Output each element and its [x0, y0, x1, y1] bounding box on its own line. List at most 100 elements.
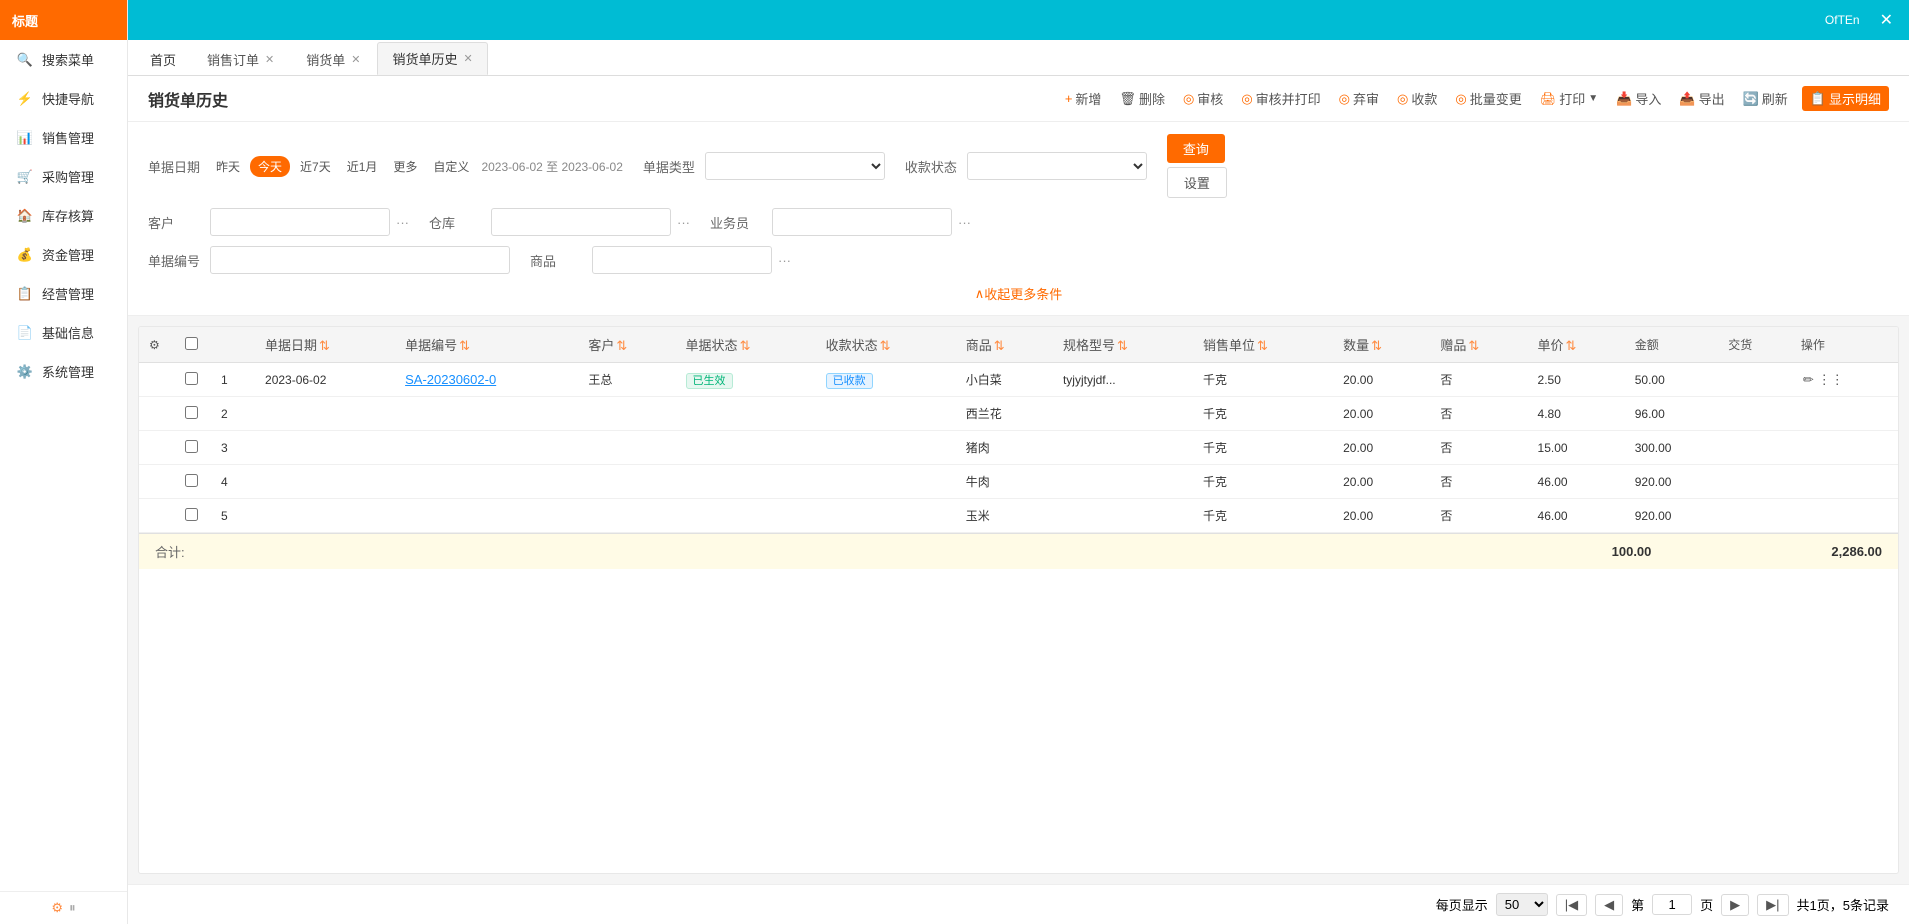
first-page-button[interactable]: |◀ — [1556, 894, 1587, 916]
query-button[interactable]: 查询 — [1167, 134, 1225, 163]
date-1month[interactable]: 近1月 — [341, 156, 384, 177]
col-doc-status-header[interactable]: 单据状态⇅ — [676, 327, 816, 363]
col-unit-price-header[interactable]: 单价⇅ — [1528, 327, 1625, 363]
row-checkbox[interactable] — [185, 406, 198, 419]
new-button[interactable]: + 新增 — [1061, 86, 1106, 111]
col-spec-header[interactable]: 规格型号⇅ — [1053, 327, 1193, 363]
select-all-checkbox[interactable] — [185, 337, 198, 350]
settings-button[interactable]: 设置 — [1167, 167, 1227, 198]
tab-sales-goods[interactable]: 销货单 ✕ — [291, 43, 375, 75]
date-7days[interactable]: 近7天 — [294, 156, 337, 177]
sidebar-item-label: 资金管理 — [42, 245, 94, 264]
collapse-button[interactable]: ∧ 收起更多条件 — [148, 284, 1889, 303]
sort-unit-icon: ⇅ — [1257, 338, 1268, 353]
sidebar-item-sales-mgmt[interactable]: 📊 销售管理 — [0, 118, 127, 157]
last-page-button[interactable]: ▶| — [1757, 894, 1788, 916]
unit-price-cell: 2.50 — [1528, 363, 1625, 397]
goods-dots[interactable]: ··· — [778, 253, 791, 268]
check-cell[interactable] — [175, 465, 211, 499]
doc-date-cell — [255, 397, 395, 431]
date-yesterday[interactable]: 昨天 — [210, 156, 246, 177]
customer-input[interactable] — [210, 208, 390, 236]
tab-sales-history-close[interactable]: ✕ — [464, 52, 473, 65]
col-customer-header[interactable]: 客户⇅ — [578, 327, 675, 363]
col-amount-header: 金额 — [1625, 327, 1719, 363]
page-number-input[interactable] — [1652, 894, 1692, 915]
doc-number-input[interactable] — [210, 246, 510, 274]
filter-date: 单据日期 昨天 今天 近7天 近1月 更多 自定义 2023-06-02 至 2… — [148, 156, 623, 177]
doc-number-cell[interactable] — [395, 465, 578, 499]
delete-button[interactable]: 🗑 删除 — [1115, 86, 1169, 111]
import-icon: 📥 — [1616, 91, 1632, 107]
display-detail-button[interactable]: 📋 显示明细 — [1802, 86, 1889, 111]
review-print-button[interactable]: ◎ 审核并打印 — [1237, 86, 1324, 111]
col-doc-number-header[interactable]: 单据编号⇅ — [395, 327, 578, 363]
doc-number-cell[interactable] — [395, 431, 578, 465]
sidebar-settings-icon[interactable]: ⚙ — [51, 900, 63, 916]
date-more[interactable]: 更多 — [387, 156, 423, 177]
check-cell[interactable] — [175, 431, 211, 465]
more-btn[interactable]: ⋮⋮ — [1818, 372, 1844, 387]
refresh-button[interactable]: 🔄 刷新 — [1739, 86, 1792, 111]
date-custom[interactable]: 自定义 — [427, 156, 475, 177]
per-page-select[interactable]: 50 100 — [1496, 893, 1548, 916]
review-button[interactable]: ◎ 审核 — [1179, 86, 1227, 111]
import-button[interactable]: 📥 导入 — [1612, 86, 1665, 111]
check-cell[interactable] — [175, 363, 211, 397]
col-unit-header[interactable]: 销售单位⇅ — [1193, 327, 1333, 363]
sidebar-item-finance-mgmt[interactable]: 💰 资金管理 — [0, 235, 127, 274]
prev-page-button[interactable]: ◀ — [1595, 894, 1623, 916]
tab-sales-order[interactable]: 销售订单 ✕ — [192, 43, 289, 75]
warehouse-dots[interactable]: ··· — [677, 215, 690, 230]
row-checkbox[interactable] — [185, 440, 198, 453]
col-settings-header[interactable]: ⚙ — [139, 327, 175, 363]
collect-button[interactable]: ◎ 收款 — [1393, 86, 1441, 111]
sidebar-item-quick-nav[interactable]: ⚡ 快捷导航 — [0, 79, 127, 118]
next-page-button[interactable]: ▶ — [1721, 894, 1749, 916]
sort-spec-icon: ⇅ — [1117, 338, 1128, 353]
date-today[interactable]: 今天 — [250, 156, 290, 177]
abandon-button[interactable]: ◎ 弃审 — [1335, 86, 1383, 111]
sidebar-item-basic-info[interactable]: 📄 基础信息 — [0, 313, 127, 352]
tab-sales-order-close[interactable]: ✕ — [265, 53, 274, 66]
doc-number-cell[interactable] — [395, 499, 578, 533]
goods-input[interactable] — [592, 246, 772, 274]
sidebar-item-operation-mgmt[interactable]: 📋 经营管理 — [0, 274, 127, 313]
batch-change-button[interactable]: ◎ 批量变更 — [1451, 86, 1525, 111]
tab-sales-goods-close[interactable]: ✕ — [351, 53, 360, 66]
doc-number-cell[interactable]: SA-20230602-0 — [395, 363, 578, 397]
sidebar-item-purchase-mgmt[interactable]: 🛒 采购管理 — [0, 157, 127, 196]
col-doc-date-header[interactable]: 单据日期⇅ — [255, 327, 395, 363]
warehouse-input[interactable] — [491, 208, 671, 236]
row-checkbox[interactable] — [185, 508, 198, 521]
col-goods-header[interactable]: 商品⇅ — [956, 327, 1053, 363]
edit-btn[interactable]: ✏ — [1803, 372, 1814, 387]
quantity-cell: 20.00 — [1333, 363, 1430, 397]
col-payment-status-header[interactable]: 收款状态⇅ — [816, 327, 956, 363]
col-gift-header[interactable]: 赠品⇅ — [1430, 327, 1527, 363]
window-close-icon[interactable]: ✕ — [1880, 10, 1893, 30]
payment-status-select[interactable] — [967, 152, 1147, 180]
sidebar-item-search-menu[interactable]: 🔍 搜索菜单 — [0, 40, 127, 79]
doc-type-select[interactable] — [705, 152, 885, 180]
row-checkbox[interactable] — [185, 372, 198, 385]
tab-home[interactable]: 首页 — [136, 44, 190, 75]
col-check-header[interactable] — [175, 327, 211, 363]
sidebar-collapse-icon[interactable]: ⏸ — [69, 900, 76, 916]
index-cell: 3 — [211, 431, 255, 465]
check-cell[interactable] — [175, 499, 211, 533]
sidebar-item-inventory[interactable]: 🏠 库存核算 — [0, 196, 127, 235]
tab-sales-history[interactable]: 销货单历史 ✕ — [377, 42, 487, 75]
unit-price-cell: 46.00 — [1528, 499, 1625, 533]
agent-input[interactable] — [772, 208, 952, 236]
row-checkbox[interactable] — [185, 474, 198, 487]
doc-number-cell[interactable] — [395, 397, 578, 431]
customer-dots[interactable]: ··· — [396, 215, 409, 230]
review-icon: ◎ — [1183, 91, 1194, 107]
check-cell[interactable] — [175, 397, 211, 431]
export-button[interactable]: 📤 导出 — [1675, 86, 1728, 111]
col-quantity-header[interactable]: 数量⇅ — [1333, 327, 1430, 363]
sidebar-item-system-mgmt[interactable]: ⚙️ 系统管理 — [0, 352, 127, 391]
agent-dots[interactable]: ··· — [958, 215, 971, 230]
print-button[interactable]: 🖨 打印 ▼ — [1536, 86, 1602, 111]
